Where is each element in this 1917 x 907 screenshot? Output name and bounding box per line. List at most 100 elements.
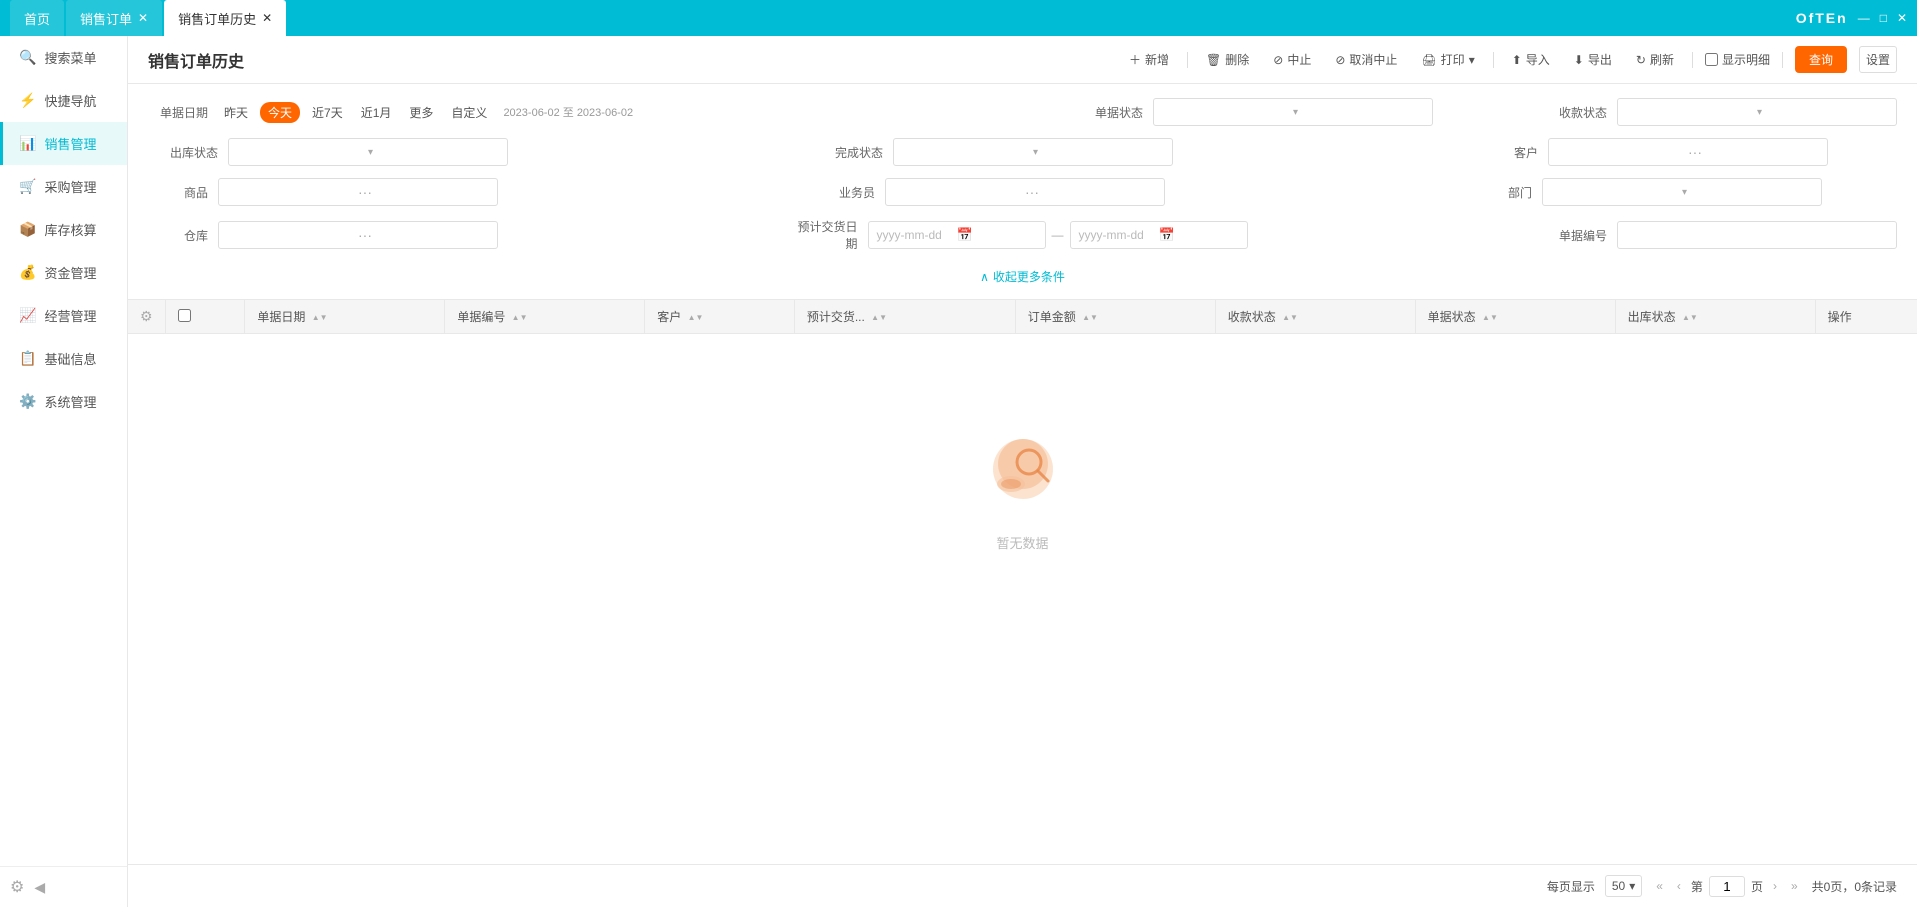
maximize-btn[interactable]: □ [1880,11,1887,25]
new-button[interactable]: ＋ 新增 [1123,47,1175,72]
delete-button[interactable]: 🗑 删除 [1200,47,1255,72]
salesperson-input[interactable]: ··· [885,178,1165,206]
per-page-label: 每页显示 [1547,878,1595,895]
display-detail-checkbox[interactable]: 显示明细 [1705,51,1770,68]
status-select[interactable]: ▾ [1153,98,1433,126]
sidebar-item-basic-info[interactable]: 📋 基础信息 [0,337,127,380]
sidebar-item-purchase-mgmt[interactable]: 🛒 采购管理 [0,165,127,208]
customer-sort-icon[interactable]: ▲▼ [688,314,704,322]
sidebar-item-finance[interactable]: 💰 资金管理 [0,251,127,294]
collapse-button[interactable]: ∧ 收起更多条件 [980,268,1065,285]
date-option-more[interactable]: 更多 [403,102,439,123]
cancel-stop-button[interactable]: ⊘ 取消中止 [1329,47,1403,72]
th-payment-status-label: 收款状态 [1228,310,1276,324]
status-label: 单据状态 [1073,104,1143,121]
minimize-btn[interactable]: — [1858,11,1870,25]
page-number-input[interactable] [1709,876,1745,897]
sidebar-collapse-icon[interactable]: ◀ [34,879,45,896]
prev-page-btn[interactable]: ‹ [1673,877,1685,895]
select-all-checkbox[interactable] [178,309,191,322]
sidebar-item-system-mgmt[interactable]: ⚙️ 系统管理 [0,380,127,423]
date-option-last7days[interactable]: 近7天 [306,102,349,123]
sidebar-item-inventory[interactable]: 📦 库存核算 [0,208,127,251]
th-customer-label: 客户 [657,310,681,324]
amount-sort-icon[interactable]: ▲▼ [1082,314,1098,322]
delete-icon: 🗑 [1206,53,1221,67]
expected-delivery-sort-icon[interactable]: ▲▼ [871,314,887,322]
collapse-label: 收起更多条件 [993,268,1065,285]
query-button[interactable]: 查询 [1795,46,1847,73]
close-btn[interactable]: ✕ [1897,11,1907,25]
sidebar-item-sales-mgmt-label: 销售管理 [44,134,96,153]
th-date: 单据日期 ▲▼ [245,300,445,334]
main-content: 销售订单历史 ＋ 新增 🗑 删除 ⊘ 中止 ⊘ 取消中止 [128,36,1917,907]
sidebar-item-search-menu[interactable]: 🔍 搜索菜单 [0,36,127,79]
delivery-status-select[interactable]: ▾ [228,138,508,166]
empty-text: 暂无数据 [996,533,1048,552]
cal-to-icon: 📅 [1159,227,1239,243]
stop-icon: ⊘ [1273,53,1283,67]
payment-status-label: 收款状态 [1537,104,1607,121]
table-settings-icon[interactable]: ⚙ [140,308,153,324]
sidebar-item-operations[interactable]: 📈 经营管理 [0,294,127,337]
sidebar-item-sales-mgmt[interactable]: 📊 销售管理 [0,122,127,165]
import-icon: ⬆ [1512,53,1522,67]
print-button[interactable]: 🖨 打印 ▾ [1415,47,1480,72]
finance-icon: 💰 [19,264,36,281]
refresh-label: 刷新 [1650,51,1674,68]
tab-sales-order-history[interactable]: 销售订单历史 ✕ [164,0,286,36]
date-from-input[interactable]: yyyy-mm-dd 📅 [868,221,1046,249]
tab-home[interactable]: 首页 [10,0,64,36]
date-sort-icon[interactable]: ▲▼ [312,314,328,322]
tab-sales-order-close[interactable]: ✕ [138,11,148,25]
export-button[interactable]: ⬇ 导出 [1568,47,1618,72]
separator-3 [1692,52,1693,68]
tab-sales-order[interactable]: 销售订单 ✕ [66,0,162,36]
settings-button[interactable]: 设置 [1859,46,1897,73]
date-option-custom[interactable]: 自定义 [445,102,493,123]
number-sort-icon[interactable]: ▲▼ [512,314,528,322]
complete-status-label: 完成状态 [813,144,883,161]
th-customer: 客户 ▲▼ [645,300,795,334]
tab-sales-order-history-close[interactable]: ✕ [262,11,272,25]
payment-status-select[interactable]: ▾ [1617,98,1897,126]
cancel-stop-icon: ⊘ [1335,53,1345,67]
next-page-btn[interactable]: › [1769,877,1781,895]
payment-status-sort-icon[interactable]: ▲▼ [1282,314,1298,322]
date-to-input[interactable]: yyyy-mm-dd 📅 [1070,221,1248,249]
department-select[interactable]: ▾ [1542,178,1822,206]
refresh-button[interactable]: ↻ 刷新 [1630,47,1680,72]
product-input[interactable]: ··· [218,178,498,206]
date-option-last1month[interactable]: 近1月 [355,102,398,123]
sidebar-bottom: ⚙ ◀ [0,866,127,907]
date-option-today[interactable]: 今天 [260,102,300,123]
warehouse-input[interactable]: ··· [218,221,498,249]
operations-icon: 📈 [19,307,36,324]
doc-status-sort-icon[interactable]: ▲▼ [1482,314,1498,322]
sidebar-item-inventory-label: 库存核算 [44,220,96,239]
toolbar: ＋ 新增 🗑 删除 ⊘ 中止 ⊘ 取消中止 🖨 打印 [1123,46,1897,73]
import-button[interactable]: ⬆ 导入 [1506,47,1556,72]
date-option-yesterday[interactable]: 昨天 [218,102,254,123]
first-page-btn[interactable]: « [1652,877,1667,895]
sidebar-item-quick-nav[interactable]: ⚡ 快捷导航 [0,79,127,122]
display-detail-input[interactable] [1705,53,1718,66]
delivery-status-sort-icon[interactable]: ▲▼ [1682,314,1698,322]
order-number-input[interactable] [1617,221,1897,249]
display-detail-label: 显示明细 [1722,51,1770,68]
table-header-row: ⚙ 单据日期 ▲▼ 单据编号 ▲▼ [128,300,1917,334]
collapse-up-icon: ∧ [980,270,989,284]
system-mgmt-icon: ⚙️ [19,393,36,410]
stop-button[interactable]: ⊘ 中止 [1267,47,1317,72]
sidebar-settings-icon[interactable]: ⚙ [10,877,24,897]
per-page-select[interactable]: 50 ▾ [1605,875,1642,897]
delete-label: 删除 [1225,51,1249,68]
th-doc-status-label: 单据状态 [1428,310,1476,324]
complete-status-select[interactable]: ▾ [893,138,1173,166]
date-from-placeholder: yyyy-mm-dd [877,228,957,242]
top-bar-right: OfTEn — □ ✕ [1796,10,1907,26]
customer-input[interactable]: ··· [1548,138,1828,166]
th-select-all [165,300,245,334]
delivery-status-label: 出库状态 [148,144,218,161]
last-page-btn[interactable]: » [1787,877,1802,895]
